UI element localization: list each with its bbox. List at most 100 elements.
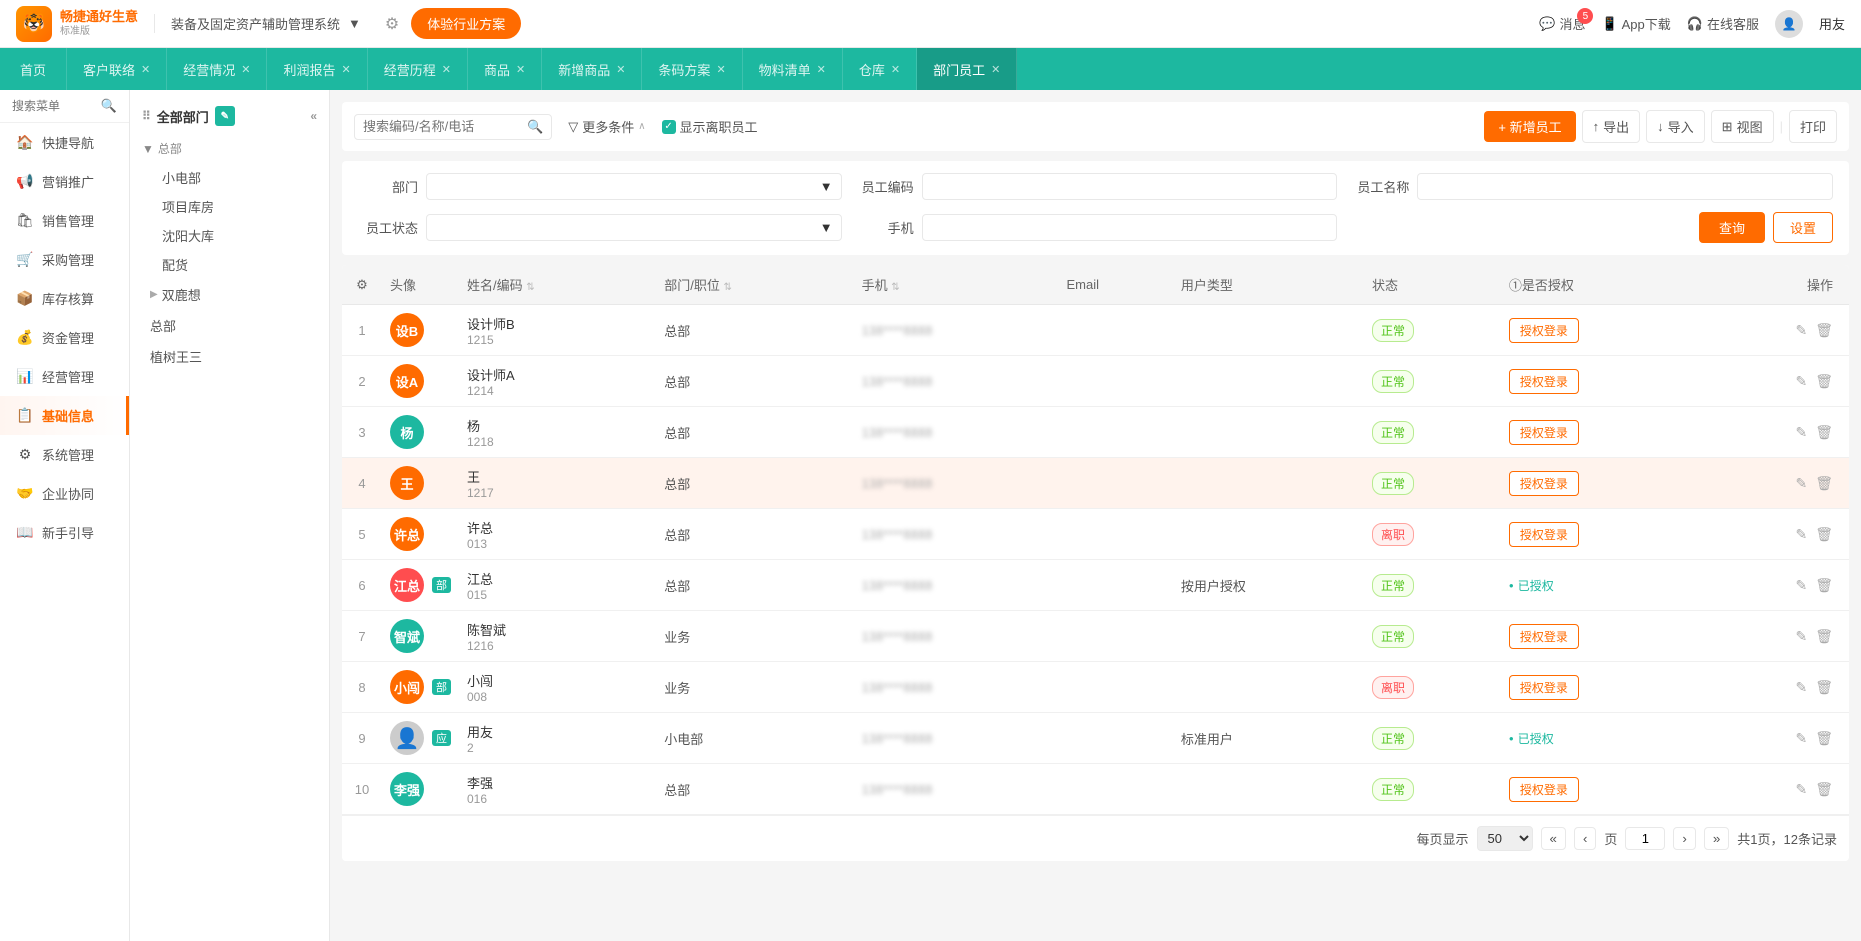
sidebar-item-operation[interactable]: 📊 经营管理 [0,357,129,396]
edit-icon[interactable]: ✎ [1795,424,1807,441]
sidebar-item-basic[interactable]: 📋 基础信息 [0,396,129,435]
col-settings[interactable]: ⚙ [342,265,382,305]
close-icon[interactable]: ✕ [616,63,625,76]
sidebar-item-enterprise[interactable]: 🤝 企业协同 [0,474,129,513]
print-button[interactable]: 打印 [1789,110,1837,143]
page-input[interactable] [1625,827,1665,850]
sidebar-item-sales[interactable]: 🛍 销售管理 [0,201,129,240]
sidebar-item-inventory[interactable]: 📦 库存核算 [0,279,129,318]
set-button[interactable]: 设置 [1773,212,1833,243]
tree-node-distribution[interactable]: 配货 [130,250,329,279]
export-button[interactable]: ↑ 导出 [1582,110,1641,143]
app-download-btn[interactable]: 📱 App下载 [1601,14,1670,33]
show-resigned-checkbox[interactable]: ✓ [662,120,676,134]
sidebar-item-guide[interactable]: 📖 新手引导 [0,513,129,552]
auth-button[interactable]: 授权登录 [1509,369,1579,394]
tab-department[interactable]: 部门员工✕ [917,48,1017,90]
tab-home[interactable]: 首页 [0,48,67,90]
auth-button[interactable]: 授权登录 [1509,318,1579,343]
close-icon[interactable]: ✕ [342,63,351,76]
import-button[interactable]: ↓ 导入 [1646,110,1705,143]
search-input[interactable] [363,119,523,134]
delete-icon[interactable]: 🗑 [1815,373,1833,390]
tree-node-proj-room[interactable]: 项目库房 [130,192,329,221]
close-icon[interactable]: ✕ [141,63,150,76]
auth-button[interactable]: 授权登录 [1509,420,1579,445]
tree-node-shuanglu[interactable]: ▶ 双鹿想 [130,279,329,310]
tree-node-shenyang[interactable]: 沈阳大库 [130,221,329,250]
auth-button[interactable]: 授权登录 [1509,522,1579,547]
auth-button[interactable]: 授权登录 [1509,471,1579,496]
emp-name-input[interactable] [1417,173,1833,200]
edit-icon[interactable]: ✎ [1795,730,1807,747]
tab-goods[interactable]: 商品✕ [468,48,542,90]
delete-icon[interactable]: 🗑 [1815,526,1833,543]
tree-collapse-btn[interactable]: « [310,109,317,123]
online-service-btn[interactable]: 🎧 在线客服 [1687,14,1759,33]
next-page-btn[interactable]: › [1673,827,1695,850]
tab-operation[interactable]: 经营情况✕ [167,48,267,90]
auth-button[interactable]: 授权登录 [1509,777,1579,802]
prev-page-btn[interactable]: ‹ [1574,827,1596,850]
sidebar-item-capital[interactable]: 💰 资金管理 [0,318,129,357]
tree-node-small-elec[interactable]: 小电部 [130,163,329,192]
delete-icon[interactable]: 🗑 [1815,628,1833,645]
auth-button[interactable]: 授权登录 [1509,675,1579,700]
message-btn[interactable]: 💬 消息 5 [1539,14,1585,33]
filter-more-btn[interactable]: ▽ 更多条件 ∧ [560,113,653,140]
edit-icon[interactable]: ✎ [1795,526,1807,543]
edit-icon[interactable]: ✎ [1795,322,1807,339]
close-icon[interactable]: ✕ [442,63,451,76]
sidebar-search-input[interactable] [12,99,101,113]
tab-history[interactable]: 经营历程✕ [368,48,468,90]
sidebar-item-quick-nav[interactable]: 🏠 快捷导航 [0,123,129,162]
edit-icon[interactable]: ✎ [1795,628,1807,645]
tab-barcode[interactable]: 条码方案✕ [642,48,742,90]
edit-icon[interactable]: ✎ [1795,781,1807,798]
sidebar-item-marketing[interactable]: 📢 营销推广 [0,162,129,201]
add-employee-button[interactable]: + 新增员工 [1484,111,1575,142]
close-icon[interactable]: ✕ [817,63,826,76]
edit-icon[interactable]: ✎ [1795,373,1807,390]
sidebar-item-purchase[interactable]: 🛒 采购管理 [0,240,129,279]
col-phone[interactable]: 手机 ⇅ [854,265,1059,305]
auth-button[interactable]: 授权登录 [1509,624,1579,649]
tab-profit[interactable]: 利润报告✕ [267,48,367,90]
close-icon[interactable]: ✕ [991,63,1000,76]
delete-icon[interactable]: 🗑 [1815,679,1833,696]
tree-node-zhishu[interactable]: 植树王三 [130,341,329,372]
first-page-btn[interactable]: « [1541,827,1566,850]
dept-select[interactable]: ▼ [426,173,842,200]
delete-icon[interactable]: 🗑 [1815,322,1833,339]
edit-icon[interactable]: ✎ [1795,577,1807,594]
close-icon[interactable]: ✕ [241,63,250,76]
tab-bom[interactable]: 物料清单✕ [743,48,843,90]
view-button[interactable]: ⊞ 视图 [1711,110,1774,143]
delete-icon[interactable]: 🗑 [1815,424,1833,441]
close-icon[interactable]: ✕ [516,63,525,76]
delete-icon[interactable]: 🗑 [1815,781,1833,798]
col-dept[interactable]: 部门/职位 ⇅ [656,265,853,305]
tab-add-goods[interactable]: 新增商品✕ [542,48,642,90]
delete-icon[interactable]: 🗑 [1815,730,1833,747]
show-resigned-wrap[interactable]: ✓ 显示离职员工 [662,117,758,136]
phone-input[interactable] [922,214,1338,241]
sidebar-item-system[interactable]: ⚙ 系统管理 [0,435,129,474]
tree-edit-icon[interactable]: ✎ [215,106,235,126]
system-dropdown-arrow[interactable]: ▼ [348,16,361,31]
emp-status-select[interactable]: ▼ [426,214,842,241]
close-icon[interactable]: ✕ [891,63,900,76]
experience-button[interactable]: 体验行业方案 [411,8,521,39]
tab-customer[interactable]: 客户联络✕ [67,48,167,90]
search-button[interactable]: 查询 [1699,212,1765,243]
edit-icon[interactable]: ✎ [1795,475,1807,492]
delete-icon[interactable]: 🗑 [1815,475,1833,492]
per-page-select[interactable]: 50 20 100 [1477,826,1533,851]
user-avatar[interactable]: 👤 [1775,10,1803,38]
last-page-btn[interactable]: » [1704,827,1729,850]
delete-icon[interactable]: 🗑 [1815,577,1833,594]
close-icon[interactable]: ✕ [716,63,725,76]
gear-button[interactable]: ⚙ [385,14,399,34]
tree-node-general[interactable]: 总部 [130,310,329,341]
col-name[interactable]: 姓名/编码 ⇅ [459,265,656,305]
